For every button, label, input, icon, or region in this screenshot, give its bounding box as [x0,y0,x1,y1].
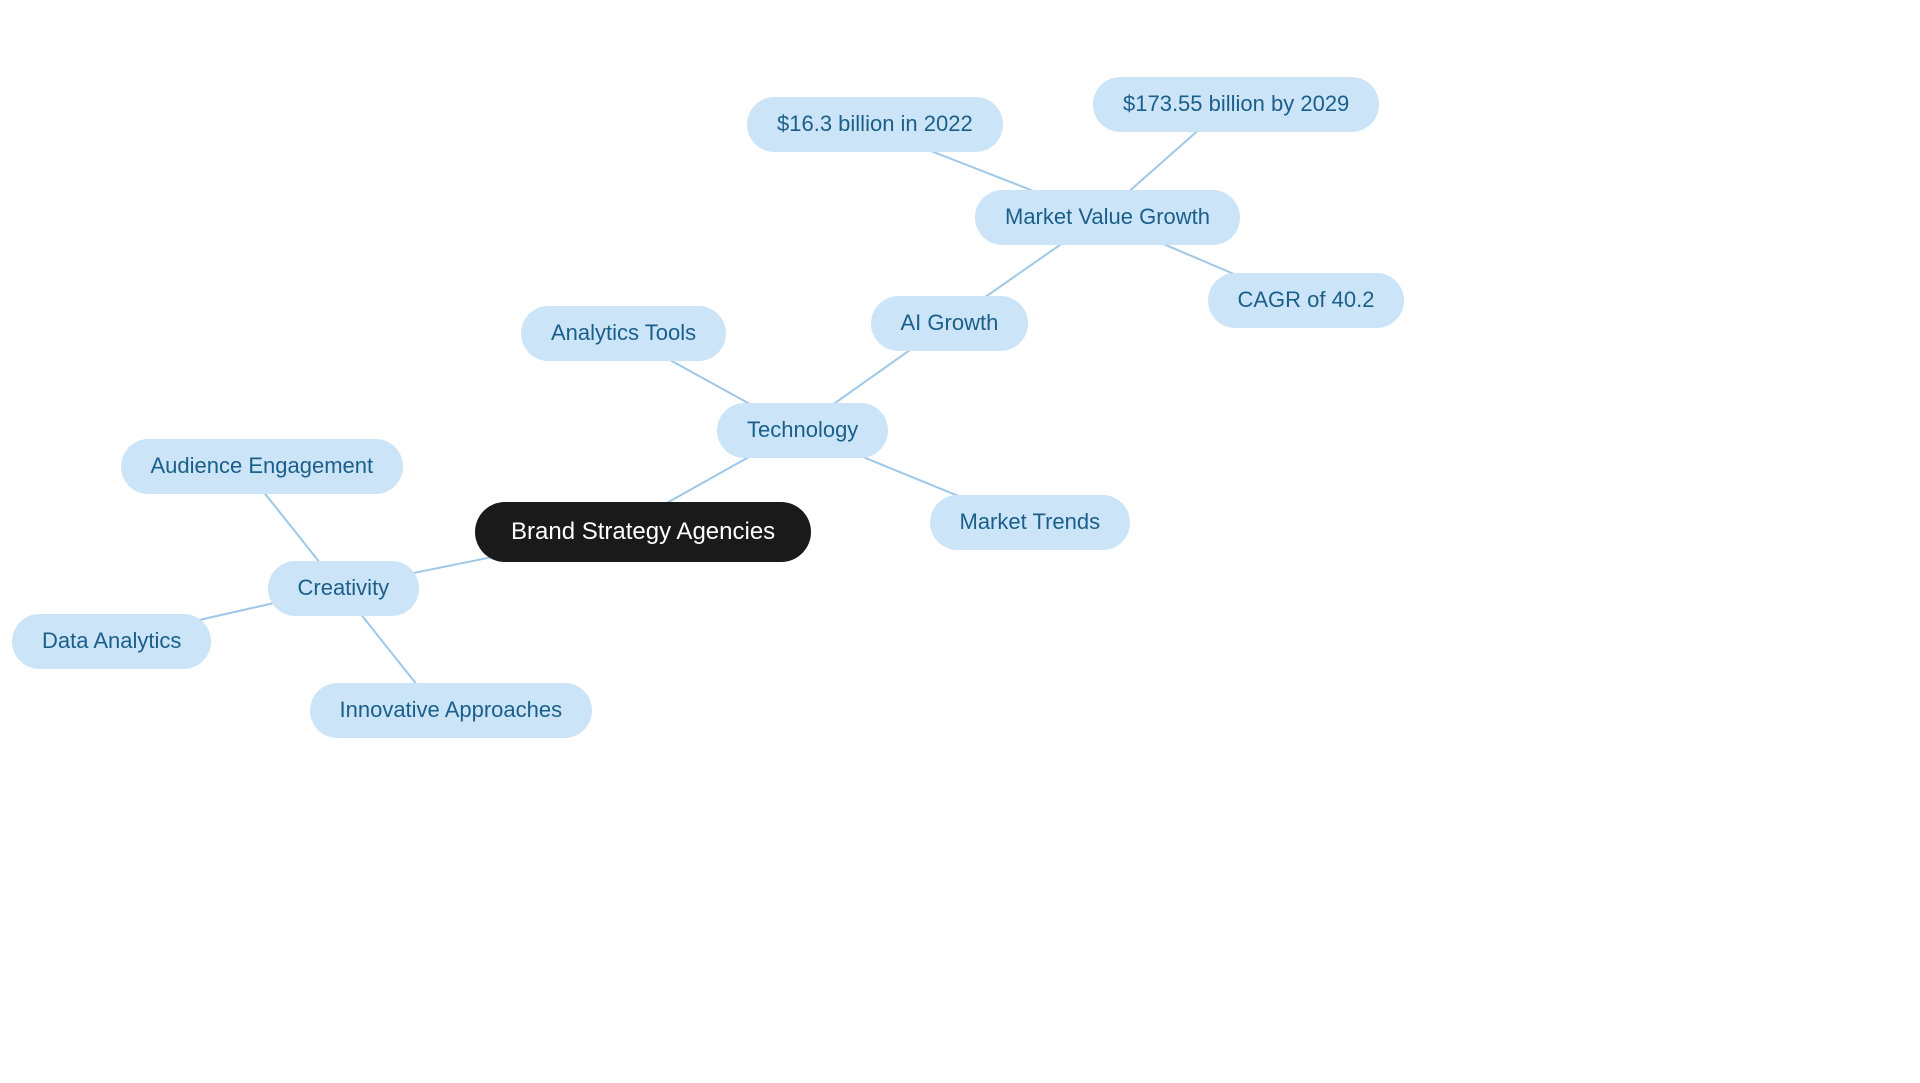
node-value_2029[interactable]: $173.55 billion by 2029 [1093,77,1379,132]
node-market_trends[interactable]: Market Trends [930,495,1131,550]
node-ai_growth[interactable]: AI Growth [871,296,1029,351]
node-cagr[interactable]: CAGR of 40.2 [1208,273,1405,328]
node-analytics_tools[interactable]: Analytics Tools [521,306,726,361]
node-value_2022[interactable]: $16.3 billion in 2022 [747,97,1003,152]
node-center[interactable]: Brand Strategy Agencies [475,502,811,562]
node-creativity[interactable]: Creativity [268,561,420,616]
node-market_value_growth[interactable]: Market Value Growth [975,190,1240,245]
node-innovative_approaches[interactable]: Innovative Approaches [310,683,593,738]
node-technology[interactable]: Technology [717,403,888,458]
node-data_analytics[interactable]: Data Analytics [12,614,211,669]
node-audience_engagement[interactable]: Audience Engagement [121,439,404,494]
